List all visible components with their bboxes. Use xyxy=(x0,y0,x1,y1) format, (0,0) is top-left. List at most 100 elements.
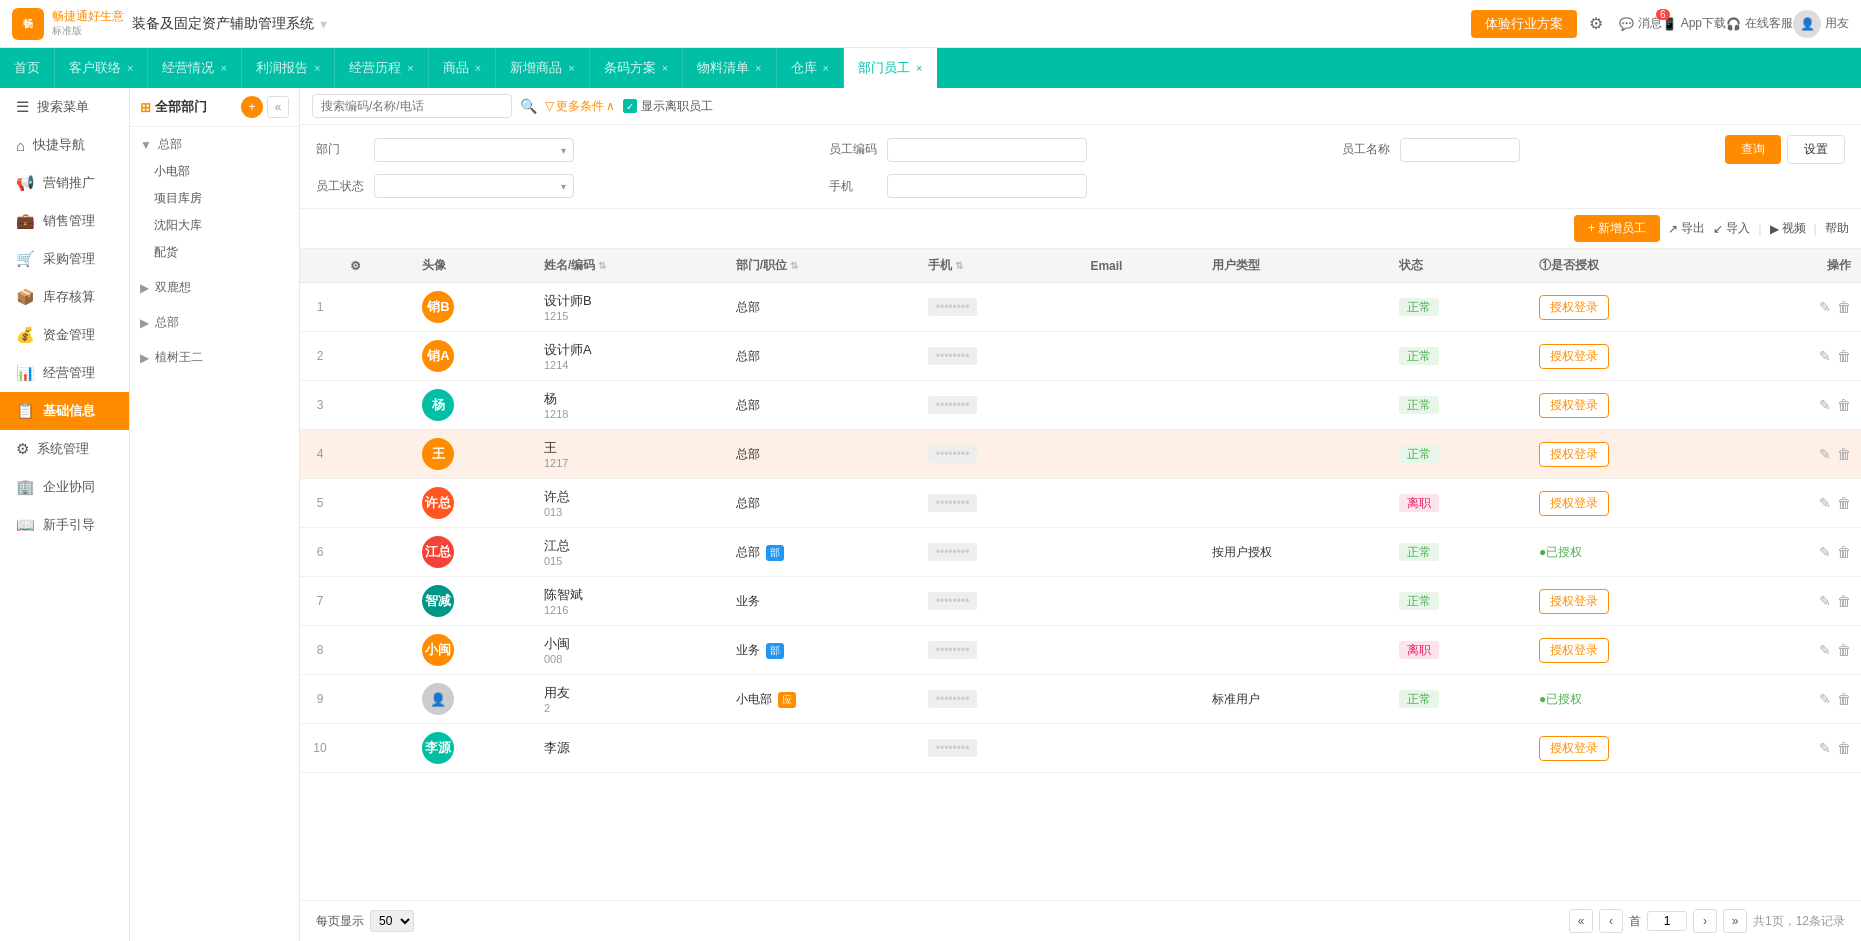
more-filter-button[interactable]: ▽ 更多条件 ∧ xyxy=(545,98,615,115)
page-number-input[interactable] xyxy=(1647,911,1687,931)
sidebar-item-finance[interactable]: 💰资金管理 xyxy=(0,316,129,354)
edit-button[interactable]: ✎ xyxy=(1819,544,1831,560)
auth-login-button[interactable]: 授权登录 xyxy=(1539,589,1609,614)
sidebar-item-quicknav[interactable]: ⌂快捷导航 xyxy=(0,126,129,164)
close-tab-icon[interactable]: × xyxy=(314,62,320,74)
col-phone[interactable]: 手机 xyxy=(918,249,1081,283)
nav-tab-新增商品[interactable]: 新增商品 × xyxy=(496,48,589,88)
close-tab-icon[interactable]: × xyxy=(916,62,922,74)
add-department-button[interactable]: + xyxy=(241,96,263,118)
edit-button[interactable]: ✎ xyxy=(1819,691,1831,707)
user-button[interactable]: 👤 用友 xyxy=(1793,10,1849,38)
edit-button[interactable]: ✎ xyxy=(1819,397,1831,413)
dept-child-0-0[interactable]: 小电部 xyxy=(130,158,299,185)
delete-button[interactable]: 🗑 xyxy=(1837,642,1851,658)
export-button[interactable]: ↗ 导出 xyxy=(1668,220,1705,237)
emp-code-filter-input[interactable] xyxy=(887,138,1087,162)
dept-group-title-3[interactable]: ▶植树王二 xyxy=(130,344,299,371)
delete-button[interactable]: 🗑 xyxy=(1837,691,1851,707)
edit-button[interactable]: ✎ xyxy=(1819,299,1831,315)
online-service-button[interactable]: 🎧 在线客服 xyxy=(1726,15,1793,32)
delete-button[interactable]: 🗑 xyxy=(1837,495,1851,511)
sidebar-item-guide[interactable]: 📖新手引导 xyxy=(0,506,129,544)
help-button[interactable]: 帮助 xyxy=(1825,220,1849,237)
edit-button[interactable]: ✎ xyxy=(1819,495,1831,511)
first-page-button[interactable]: « xyxy=(1569,909,1593,933)
auth-login-button[interactable]: 授权登录 xyxy=(1539,442,1609,467)
sidebar-item-basic[interactable]: 📋基础信息 xyxy=(0,392,129,430)
close-tab-icon[interactable]: × xyxy=(475,62,481,74)
emp-status-filter-select[interactable] xyxy=(374,174,574,198)
edit-button[interactable]: ✎ xyxy=(1819,740,1831,756)
delete-button[interactable]: 🗑 xyxy=(1837,299,1851,315)
auth-login-button[interactable]: 授权登录 xyxy=(1539,491,1609,516)
col-name[interactable]: 姓名/编码 xyxy=(534,249,726,283)
sidebar-item-operations[interactable]: 📊经营管理 xyxy=(0,354,129,392)
delete-button[interactable]: 🗑 xyxy=(1837,593,1851,609)
show-resigned-toggle[interactable]: ✓ 显示离职员工 xyxy=(623,98,713,115)
close-tab-icon[interactable]: × xyxy=(407,62,413,74)
sidebar-item-enterprise[interactable]: 🏢企业协同 xyxy=(0,468,129,506)
close-tab-icon[interactable]: × xyxy=(823,62,829,74)
delete-button[interactable]: 🗑 xyxy=(1837,397,1851,413)
nav-tab-条码方案[interactable]: 条码方案 × xyxy=(590,48,683,88)
dept-child-0-1[interactable]: 项目库房 xyxy=(130,185,299,212)
dept-child-0-3[interactable]: 配货 xyxy=(130,239,299,266)
nav-tab-仓库[interactable]: 仓库 × xyxy=(777,48,844,88)
close-tab-icon[interactable]: × xyxy=(127,62,133,74)
auth-login-button[interactable]: 授权登录 xyxy=(1539,295,1609,320)
close-tab-icon[interactable]: × xyxy=(568,62,574,74)
message-button[interactable]: 💬 消息 6 xyxy=(1619,15,1662,32)
app-download-button[interactable]: 📱 App下载 xyxy=(1662,15,1726,32)
dept-group-title-1[interactable]: ▶双鹿想 xyxy=(130,274,299,301)
emp-name-filter-input[interactable] xyxy=(1400,138,1520,162)
search-input[interactable] xyxy=(312,94,512,118)
nav-tab-部门员工[interactable]: 部门员工 × xyxy=(844,48,937,88)
auth-login-button[interactable]: 授权登录 xyxy=(1539,393,1609,418)
auth-login-button[interactable]: 授权登录 xyxy=(1539,344,1609,369)
video-button[interactable]: ▶ 视频 xyxy=(1770,220,1806,237)
dept-group-title-0[interactable]: ▼总部 xyxy=(130,131,299,158)
nav-tab-物料清单[interactable]: 物料清单 × xyxy=(683,48,776,88)
sidebar-item-search[interactable]: ☰搜索菜单 xyxy=(0,88,129,126)
sidebar-item-system[interactable]: ⚙系统管理 xyxy=(0,430,129,468)
delete-button[interactable]: 🗑 xyxy=(1837,446,1851,462)
delete-button[interactable]: 🗑 xyxy=(1837,348,1851,364)
delete-button[interactable]: 🗑 xyxy=(1837,544,1851,560)
add-employee-button[interactable]: + 新增员工 xyxy=(1574,215,1660,242)
close-tab-icon[interactable]: × xyxy=(662,62,668,74)
dept-filter-select[interactable] xyxy=(374,138,574,162)
settings-icon[interactable]: ⚙ xyxy=(1589,14,1603,33)
dept-group-title-2[interactable]: ▶总部 xyxy=(130,309,299,336)
auth-login-button[interactable]: 授权登录 xyxy=(1539,638,1609,663)
edit-button[interactable]: ✎ xyxy=(1819,348,1831,364)
auth-login-button[interactable]: 授权登录 xyxy=(1539,736,1609,761)
nav-tab-客户联络[interactable]: 客户联络 × xyxy=(55,48,148,88)
edit-button[interactable]: ✎ xyxy=(1819,593,1831,609)
phone-filter-input[interactable] xyxy=(887,174,1087,198)
query-button[interactable]: 查询 xyxy=(1725,135,1781,164)
edit-button[interactable]: ✎ xyxy=(1819,642,1831,658)
collapse-dept-panel-button[interactable]: « xyxy=(267,96,289,118)
nav-tab-首页[interactable]: 首页 xyxy=(0,48,55,88)
experience-button[interactable]: 体验行业方案 xyxy=(1471,10,1577,38)
import-button[interactable]: ↙ 导入 xyxy=(1713,220,1750,237)
search-button[interactable]: 🔍 xyxy=(520,98,537,114)
sidebar-item-purchase[interactable]: 🛒采购管理 xyxy=(0,240,129,278)
last-page-button[interactable]: » xyxy=(1723,909,1747,933)
page-size-select[interactable]: 50 xyxy=(370,910,414,932)
close-tab-icon[interactable]: × xyxy=(755,62,761,74)
nav-tab-经营历程[interactable]: 经营历程 × xyxy=(335,48,428,88)
delete-button[interactable]: 🗑 xyxy=(1837,740,1851,756)
next-page-button[interactable]: › xyxy=(1693,909,1717,933)
set-button[interactable]: 设置 xyxy=(1787,135,1845,164)
close-tab-icon[interactable]: × xyxy=(220,62,226,74)
edit-button[interactable]: ✎ xyxy=(1819,446,1831,462)
col-dept[interactable]: 部门/职位 xyxy=(726,249,918,283)
nav-tab-经营情况[interactable]: 经营情况 × xyxy=(148,48,241,88)
dept-child-0-2[interactable]: 沈阳大库 xyxy=(130,212,299,239)
prev-page-button[interactable]: ‹ xyxy=(1599,909,1623,933)
nav-tab-商品[interactable]: 商品 × xyxy=(429,48,496,88)
sidebar-item-sales[interactable]: 💼销售管理 xyxy=(0,202,129,240)
sidebar-item-inventory[interactable]: 📦库存核算 xyxy=(0,278,129,316)
